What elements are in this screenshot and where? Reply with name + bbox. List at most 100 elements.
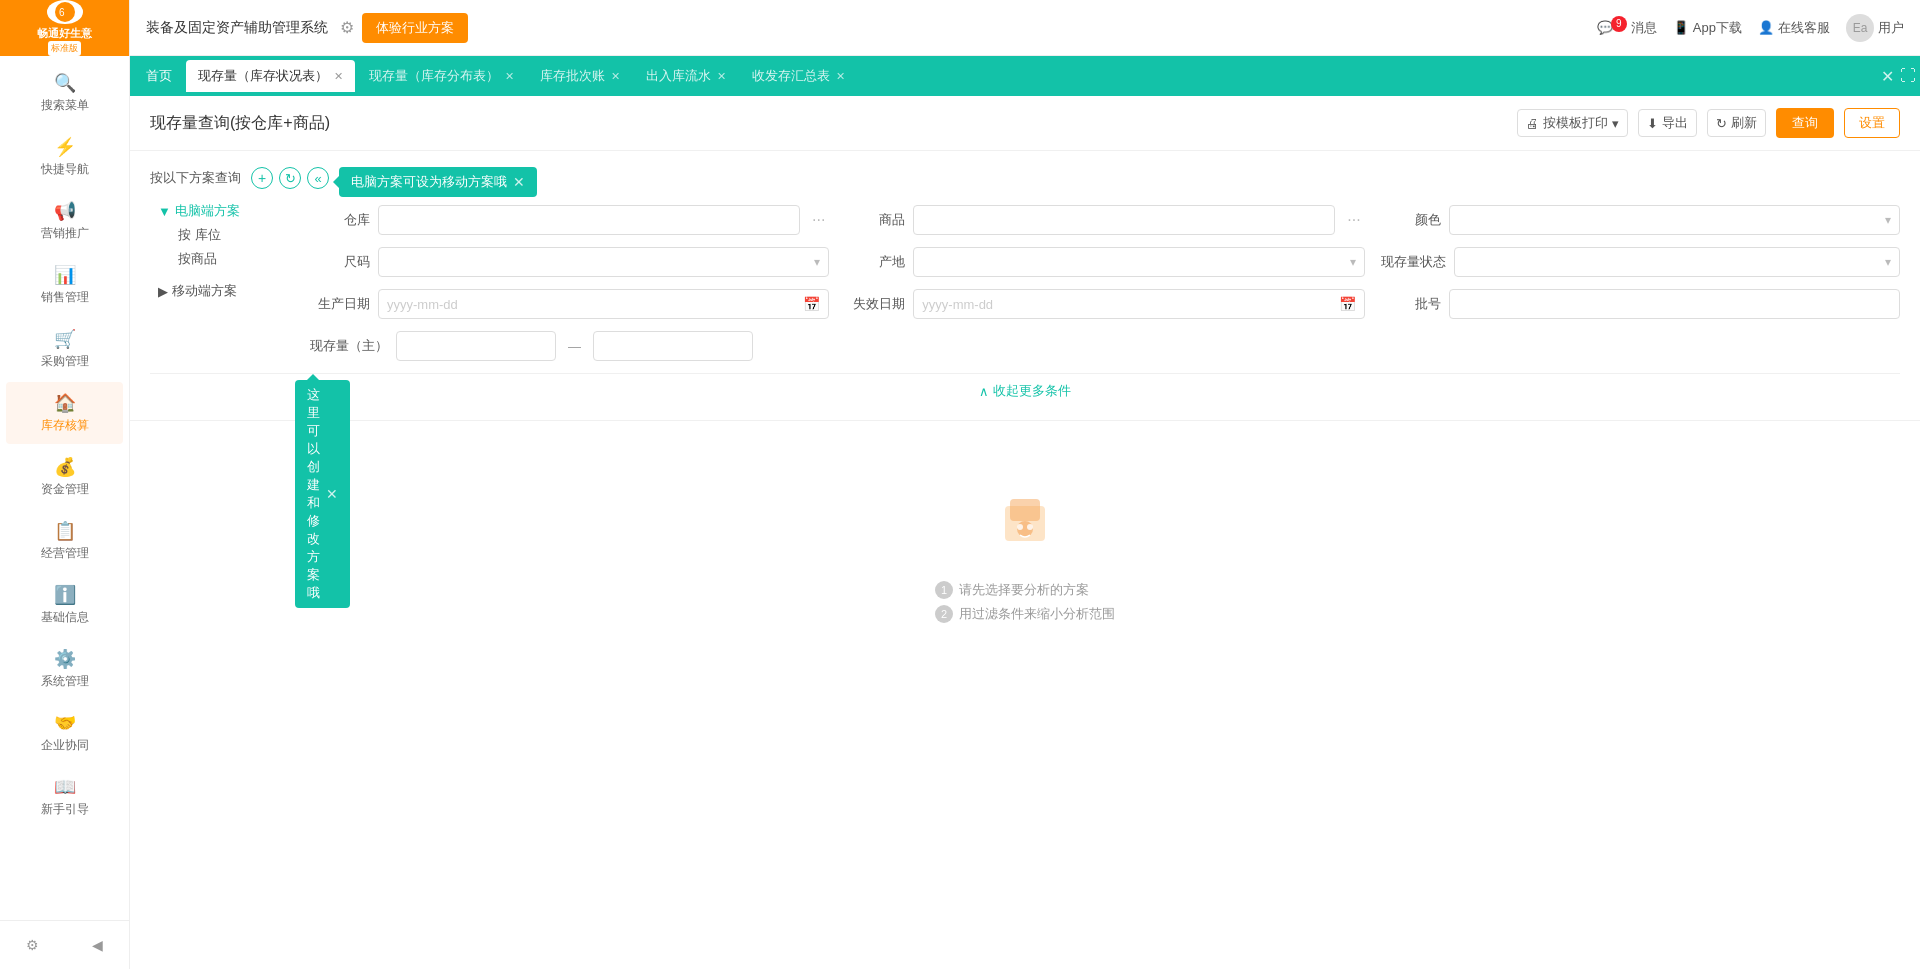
sidebar-item-marketing[interactable]: 📢 营销推广 xyxy=(6,190,123,252)
sidebar-item-label: 系统管理 xyxy=(41,673,89,690)
export-button[interactable]: ⬇ 导出 xyxy=(1638,109,1697,137)
sidebar-item-guide[interactable]: 📖 新手引导 xyxy=(6,766,123,828)
empty-tip-1: 1 请先选择要分析的方案 xyxy=(935,581,1115,599)
stock-status-select[interactable]: ▾ xyxy=(1454,247,1900,277)
tab-flow[interactable]: 出入库流水 ✕ xyxy=(634,60,738,92)
tab-stock-dist[interactable]: 现存量（库存分布表） ✕ xyxy=(357,60,526,92)
sidebar-item-finance[interactable]: 💰 资金管理 xyxy=(6,446,123,508)
desktop-scheme-group[interactable]: ▼ 电脑端方案 xyxy=(150,199,310,223)
color-group: 颜色 ▾ xyxy=(1381,205,1900,235)
tooltip-1-close[interactable]: ✕ xyxy=(513,174,525,190)
collapse-label: 收起更多条件 xyxy=(993,382,1071,400)
marketing-icon: 📢 xyxy=(54,200,76,222)
scheme-refresh-button[interactable]: ↻ xyxy=(279,167,301,189)
sidebar-item-sales[interactable]: 📊 销售管理 xyxy=(6,254,123,316)
goods-dots[interactable]: ··· xyxy=(1343,211,1364,229)
warehouse-group: 仓库 ··· xyxy=(310,205,829,235)
tab-stock-status[interactable]: 现存量（库存状况表） ✕ xyxy=(186,60,355,92)
setup-button[interactable]: 设置 xyxy=(1844,108,1900,138)
sidebar-item-label: 经营管理 xyxy=(41,545,89,562)
notice-item[interactable]: 💬 9 消息 xyxy=(1597,19,1657,37)
sidebar-bottom: ⚙ ◀ xyxy=(0,920,129,969)
origin-group: 产地 ▾ xyxy=(845,247,1364,277)
filter-collapse-button[interactable]: ∧ 收起更多条件 xyxy=(150,373,1900,408)
refresh-button[interactable]: ↻ 刷新 xyxy=(1707,109,1766,137)
tab-batch-close[interactable]: ✕ xyxy=(611,70,620,83)
tab-home[interactable]: 首页 xyxy=(134,60,184,92)
color-arrow: ▾ xyxy=(1885,213,1891,227)
edit-tooltip-close[interactable]: ✕ xyxy=(326,486,338,502)
collab-icon: 🤝 xyxy=(54,712,76,734)
tab-stock-status-label: 现存量（库存状况表） xyxy=(198,67,328,85)
online-support-item[interactable]: 👤 在线客服 xyxy=(1758,19,1830,37)
tab-summary-close[interactable]: ✕ xyxy=(836,70,845,83)
size-arrow: ▾ xyxy=(814,255,820,269)
tab-home-label: 首页 xyxy=(146,67,172,85)
edit-tooltip-text: 这里可以创建和修改方案哦 xyxy=(307,386,320,602)
mobile-scheme-group[interactable]: ▶ 移动端方案 xyxy=(150,279,310,303)
tab-stock-status-close[interactable]: ✕ xyxy=(334,70,343,83)
size-select[interactable]: ▾ xyxy=(378,247,829,277)
support-icon: 👤 xyxy=(1758,20,1774,35)
sidebar-item-management[interactable]: 📋 经营管理 xyxy=(6,510,123,572)
refresh-icon: ↻ xyxy=(1716,116,1727,131)
scheme-item-warehouse[interactable]: 按库位 xyxy=(170,223,310,247)
tab-flow-label: 出入库流水 xyxy=(646,67,711,85)
origin-select[interactable]: ▾ xyxy=(913,247,1364,277)
stock-main-input-max[interactable] xyxy=(593,331,753,361)
main-area: 装备及固定资产辅助管理系统 ⚙ 体验行业方案 💬 9 消息 📱 App下载 👤 … xyxy=(130,0,1920,969)
app-download-item[interactable]: 📱 App下载 xyxy=(1673,19,1742,37)
sidebar-item-label: 销售管理 xyxy=(41,289,89,306)
sidebar-logo: 6 畅通好生意 标准版 xyxy=(0,0,129,56)
stock-main-input-min[interactable] xyxy=(396,331,556,361)
sidebar-item-label: 企业协同 xyxy=(41,737,89,754)
prod-date-input[interactable]: yyyy-mm-dd 📅 xyxy=(378,289,829,319)
sidebar-item-info[interactable]: ℹ️ 基础信息 xyxy=(6,574,123,636)
query-button[interactable]: 查询 xyxy=(1776,108,1834,138)
filter-fields: 仓库 ··· 商品 ··· xyxy=(310,205,1900,361)
origin-label: 产地 xyxy=(845,253,905,271)
sidebar-item-nav[interactable]: ⚡ 快捷导航 xyxy=(6,126,123,188)
color-select[interactable]: ▾ xyxy=(1449,205,1900,235)
sidebar-item-collab[interactable]: 🤝 企业协同 xyxy=(6,702,123,764)
sidebar-item-label: 营销推广 xyxy=(41,225,89,242)
tab-summary[interactable]: 收发存汇总表 ✕ xyxy=(740,60,857,92)
scheme-add-button[interactable]: + xyxy=(251,167,273,189)
desktop-scheme-items: 按库位 按商品 xyxy=(150,223,310,271)
sidebar-item-purchase[interactable]: 🛒 采购管理 xyxy=(6,318,123,380)
sidebar-settings-btn[interactable]: ⚙ xyxy=(20,931,45,959)
tab-batch[interactable]: 库存批次账 ✕ xyxy=(528,60,632,92)
page-actions: 🖨 按模板打印 ▾ ⬇ 导出 ↻ 刷新 查询 设置 xyxy=(1517,108,1900,138)
color-label: 颜色 xyxy=(1381,211,1441,229)
warehouse-select[interactable] xyxy=(378,205,800,235)
sidebar-collapse-btn[interactable]: ◀ xyxy=(86,931,109,959)
stock-main-group: 现存量（主） — xyxy=(310,331,1900,361)
filter-row-4: 现存量（主） — xyxy=(310,331,1900,361)
top-bar: 装备及固定资产辅助管理系统 ⚙ 体验行业方案 💬 9 消息 📱 App下载 👤 … xyxy=(130,0,1920,56)
tab-stock-dist-close[interactable]: ✕ xyxy=(505,70,514,83)
sidebar-item-label: 资金管理 xyxy=(41,481,89,498)
goods-select[interactable] xyxy=(913,205,1335,235)
svg-rect-3 xyxy=(1010,499,1040,521)
scheme-item-goods[interactable]: 按商品 xyxy=(170,247,310,271)
user-item[interactable]: Ea 用户 xyxy=(1846,14,1904,42)
batch-input[interactable] xyxy=(1449,289,1900,319)
trial-button[interactable]: 体验行业方案 xyxy=(362,13,468,43)
sidebar-item-inventory[interactable]: 🏠 库存核算 xyxy=(6,382,123,444)
tab-flow-close[interactable]: ✕ xyxy=(717,70,726,83)
print-button[interactable]: 🖨 按模板打印 ▾ xyxy=(1517,109,1628,137)
expiry-date-input[interactable]: yyyy-mm-dd 📅 xyxy=(913,289,1364,319)
tab-maximize-icon[interactable]: ⛶ xyxy=(1900,67,1916,85)
warehouse-dots[interactable]: ··· xyxy=(808,211,829,229)
print-icon: 🖨 xyxy=(1526,116,1539,131)
tab-summary-label: 收发存汇总表 xyxy=(752,67,830,85)
scheme-back-button[interactable]: « xyxy=(307,167,329,189)
tab-close-all-icon[interactable]: ✕ xyxy=(1881,67,1894,86)
nav-icon: ⚡ xyxy=(54,136,76,158)
tip-num-2: 2 xyxy=(935,605,953,623)
settings-icon[interactable]: ⚙ xyxy=(340,18,354,37)
sidebar-item-search[interactable]: 🔍 搜索菜单 xyxy=(6,62,123,124)
sidebar-item-system[interactable]: ⚙️ 系统管理 xyxy=(6,638,123,700)
expiry-date-group: 失效日期 yyyy-mm-dd 📅 xyxy=(845,289,1364,319)
sidebar-item-label: 库存核算 xyxy=(41,417,89,434)
